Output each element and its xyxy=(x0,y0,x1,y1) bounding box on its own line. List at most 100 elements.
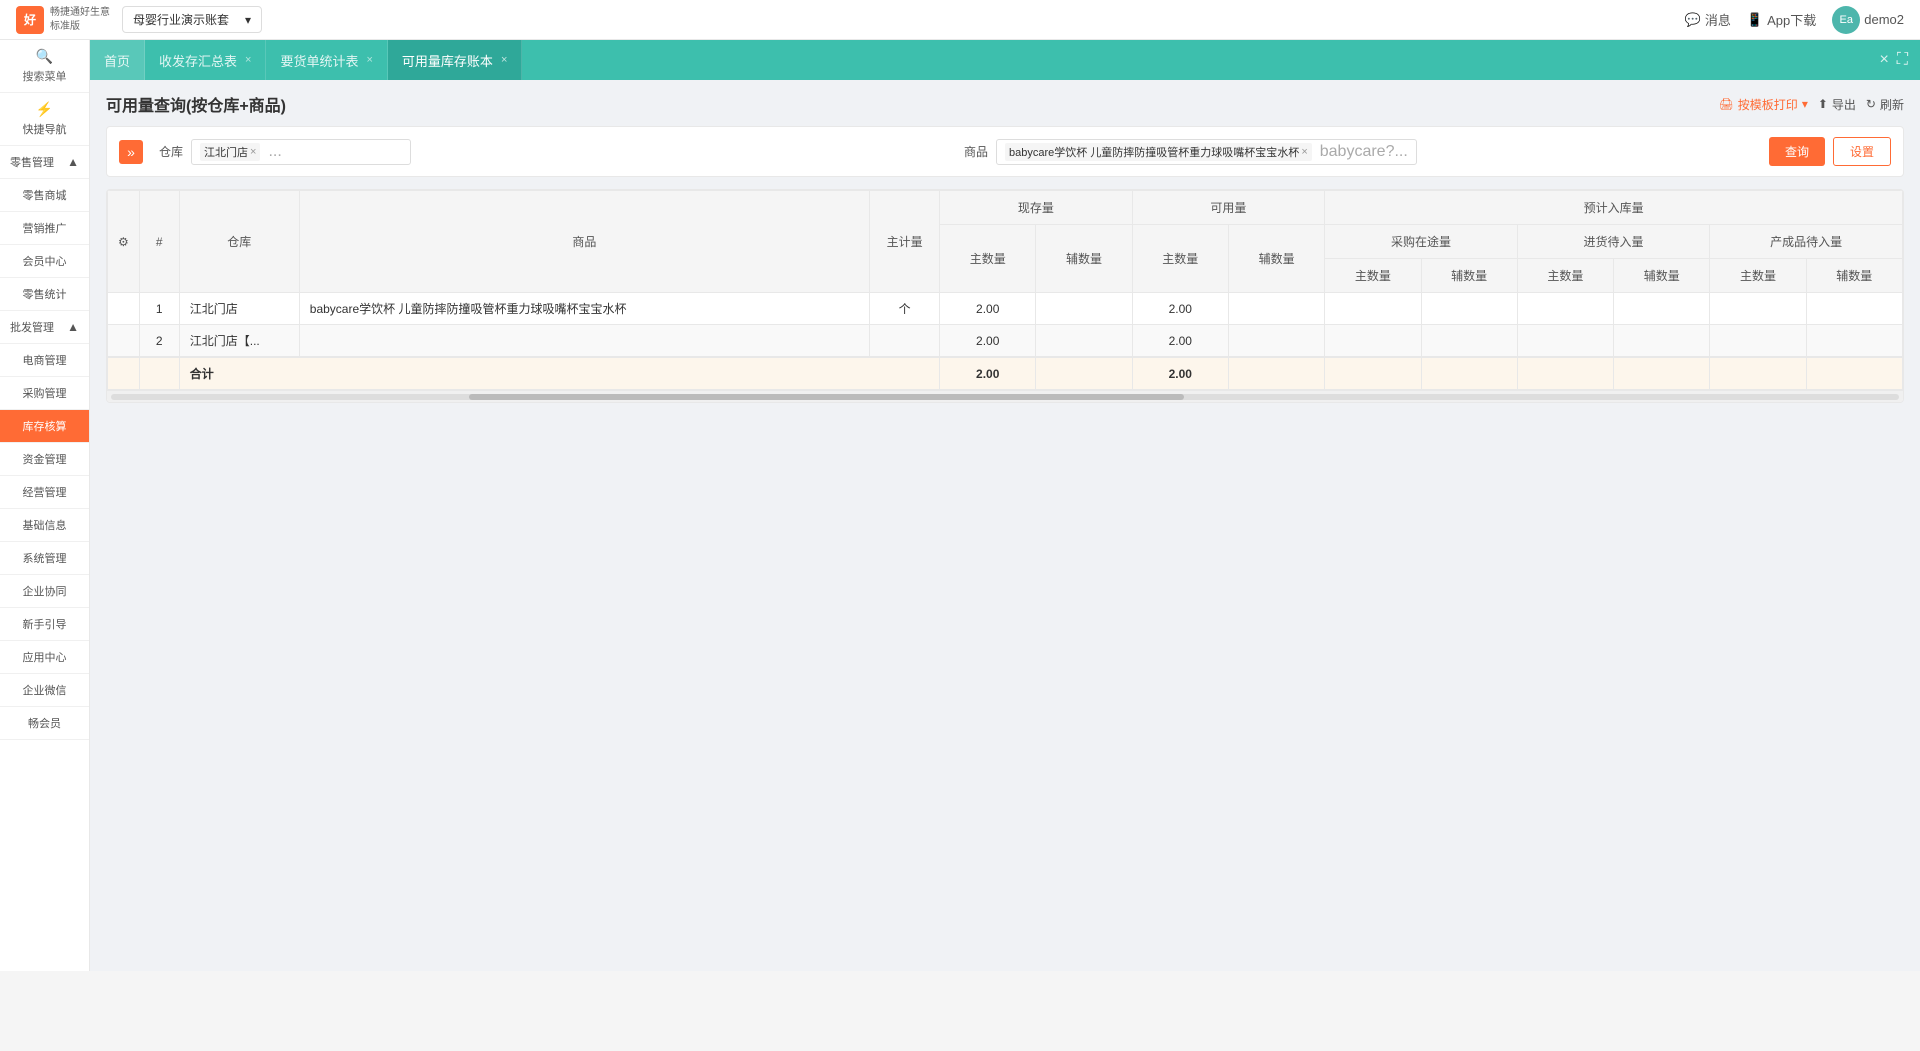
sidebar-item-basic[interactable]: 基础信息 xyxy=(0,509,89,542)
user-menu[interactable]: Ea demo2 xyxy=(1832,6,1904,34)
app-download-button[interactable]: 📱 App下载 xyxy=(1747,10,1816,29)
row2-stock-main: 2.00 xyxy=(940,325,1036,358)
footer-inc-main xyxy=(1517,357,1613,390)
warehouse-tag-remove[interactable]: × xyxy=(250,146,256,158)
tab-expand-icon[interactable]: ⛶ xyxy=(1897,51,1908,69)
sidebar-item-retail-mall[interactable]: 零售商城 xyxy=(0,179,89,212)
footer-fin-main xyxy=(1710,357,1806,390)
row1-settings xyxy=(108,293,140,325)
tab-bar: 首页 收发存汇总表 × 要货单统计表 × 可用量库存账本 × × ⛶ xyxy=(90,40,1920,80)
data-table: ⚙ # 仓库 商品 主计量 现存量 可用量 预计入库量 主数量 辅数量 主数量 … xyxy=(107,190,1903,390)
col-stock-main: 主数量 xyxy=(940,225,1036,293)
sidebar-item-app-center[interactable]: 应用中心 xyxy=(0,641,89,674)
sidebar-item-enterprise-wx[interactable]: 企业微信 xyxy=(0,674,89,707)
row1-avail-aux xyxy=(1228,293,1324,325)
product-filter-group: 商品 babycare学饮杯 儿童防摔防撞吸管杯重力球吸嘴杯宝宝水杯 × bab… xyxy=(964,139,1753,165)
sidebar-item-retail[interactable]: 零售管理 ▲ xyxy=(0,146,89,179)
col-incoming-header: 进货待入量 xyxy=(1517,225,1710,259)
col-current-stock-header: 现存量 xyxy=(940,191,1133,225)
scrollbar-thumb[interactable] xyxy=(469,394,1184,400)
col-warehouse: 仓库 xyxy=(179,191,299,293)
sidebar-item-search[interactable]: 🔍 搜索菜单 xyxy=(0,40,89,93)
tab-close-available[interactable]: × xyxy=(501,54,507,66)
row1-stock-main: 2.00 xyxy=(940,293,1036,325)
footer-no xyxy=(139,357,179,390)
row2-pur-aux xyxy=(1421,325,1517,358)
col-available-header: 可用量 xyxy=(1132,191,1325,225)
sidebar-item-purchase[interactable]: 采购管理 xyxy=(0,377,89,410)
col-finished-header: 产成品待入量 xyxy=(1710,225,1903,259)
product-input[interactable]: babycare学饮杯 儿童防摔防撞吸管杯重力球吸嘴杯宝宝水杯 × babyca… xyxy=(996,139,1417,165)
table-row: 2 江北门店【... 2.00 2.00 xyxy=(108,325,1903,358)
refresh-icon: ↻ xyxy=(1866,97,1876,111)
export-icon: ⬆ xyxy=(1818,97,1828,111)
top-bar-right: 💬 消息 📱 App下载 Ea demo2 xyxy=(1685,6,1904,34)
filter-actions: 查询 设置 xyxy=(1769,137,1891,166)
sidebar: 🔍 搜索菜单 ⚡ 快捷导航 零售管理 ▲ 零售商城 营销推广 会员中心 零售统计… xyxy=(0,40,90,971)
message-button[interactable]: 💬 消息 xyxy=(1685,10,1731,29)
row1-pur-aux xyxy=(1421,293,1517,325)
col-forecast-header: 预计入库量 xyxy=(1325,191,1903,225)
export-button[interactable]: ⬆ 导出 xyxy=(1818,96,1856,113)
sidebar-item-quick-nav[interactable]: ⚡ 快捷导航 xyxy=(0,93,89,146)
row2-fin-aux xyxy=(1806,325,1902,358)
filter-expand-button[interactable]: » xyxy=(119,140,143,164)
tab-close-receipt[interactable]: × xyxy=(245,54,251,66)
row1-product: babycare学饮杯 儿童防摔防撞吸管杯重力球吸嘴杯宝宝水杯 xyxy=(299,293,869,325)
col-avail-main: 主数量 xyxy=(1132,225,1228,293)
col-inc-main: 主数量 xyxy=(1517,259,1613,293)
row2-product xyxy=(299,325,869,358)
footer-avail-main: 2.00 xyxy=(1132,357,1228,390)
warehouse-input[interactable]: 江北门店 × ... xyxy=(191,139,411,165)
page-title: 可用量查询(按仓库+商品) xyxy=(106,92,286,116)
sidebar-item-ecommerce[interactable]: 电商管理 xyxy=(0,344,89,377)
main-content: 可用量查询(按仓库+商品) 🖨 按模板打印 ▾ ⬆ 导出 ↻ 刷新 » 仓库 xyxy=(90,80,1920,971)
sidebar-item-system[interactable]: 系统管理 xyxy=(0,542,89,575)
sidebar-item-finance[interactable]: 资金管理 xyxy=(0,443,89,476)
sidebar-item-retail-stats[interactable]: 零售统计 xyxy=(0,278,89,311)
horizontal-scrollbar[interactable] xyxy=(107,390,1903,402)
org-selector[interactable]: 母婴行业演示账套 ▾ xyxy=(122,6,262,33)
row2-pur-main xyxy=(1325,325,1421,358)
footer-settings xyxy=(108,357,140,390)
row1-pur-main xyxy=(1325,293,1421,325)
row2-unit xyxy=(870,325,940,358)
col-purchase-transit-header: 采购在途量 xyxy=(1325,225,1518,259)
arrow-icon: ▲ xyxy=(67,155,79,169)
col-inc-aux: 辅数量 xyxy=(1614,259,1710,293)
col-settings[interactable]: ⚙ xyxy=(108,191,140,293)
row2-fin-main xyxy=(1710,325,1806,358)
tab-home[interactable]: 首页 xyxy=(90,40,145,80)
sidebar-item-member[interactable]: 会员中心 xyxy=(0,245,89,278)
row2-settings xyxy=(108,325,140,358)
arrow-icon: ▲ xyxy=(67,320,79,334)
tab-bar-end: × ⛶ xyxy=(1867,40,1920,80)
row1-fin-main xyxy=(1710,293,1806,325)
print-button[interactable]: 🖨 按模板打印 ▾ xyxy=(1719,96,1808,113)
sidebar-item-member2[interactable]: 畅会员 xyxy=(0,707,89,740)
warehouse-label: 仓库 xyxy=(159,143,183,160)
col-stock-aux: 辅数量 xyxy=(1036,225,1132,293)
tab-order-stats[interactable]: 要货单统计表 × xyxy=(266,40,387,80)
tab-available-stock[interactable]: 可用量库存账本 × xyxy=(388,40,522,80)
top-bar: 好 畅捷通好生意标准版 母婴行业演示账套 ▾ 💬 消息 📱 App下载 Ea d… xyxy=(0,0,1920,40)
sidebar-item-guide[interactable]: 新手引导 xyxy=(0,608,89,641)
settings-button[interactable]: 设置 xyxy=(1833,137,1891,166)
sidebar-item-inventory[interactable]: 库存核算 xyxy=(0,410,89,443)
tab-close-all[interactable]: × xyxy=(1879,51,1888,69)
footer-pur-main xyxy=(1325,357,1421,390)
table-container: ⚙ # 仓库 商品 主计量 现存量 可用量 预计入库量 主数量 辅数量 主数量 … xyxy=(106,189,1904,403)
sidebar-item-operation[interactable]: 经营管理 xyxy=(0,476,89,509)
tab-close-order[interactable]: × xyxy=(366,54,372,66)
sidebar-item-enterprise[interactable]: 企业协同 xyxy=(0,575,89,608)
query-button[interactable]: 查询 xyxy=(1769,137,1825,166)
tab-receipt-summary[interactable]: 收发存汇总表 × xyxy=(145,40,266,80)
sidebar-item-marketing[interactable]: 营销推广 xyxy=(0,212,89,245)
product-tag-remove[interactable]: × xyxy=(1301,146,1307,158)
row1-unit: 个 xyxy=(870,293,940,325)
refresh-button[interactable]: ↻ 刷新 xyxy=(1866,96,1904,113)
footer-fin-aux xyxy=(1806,357,1902,390)
sidebar-item-wholesale[interactable]: 批发管理 ▲ xyxy=(0,311,89,344)
warehouse-more-btn[interactable]: ... xyxy=(268,143,281,161)
product-more-btn[interactable]: babycare?... xyxy=(1320,143,1408,161)
